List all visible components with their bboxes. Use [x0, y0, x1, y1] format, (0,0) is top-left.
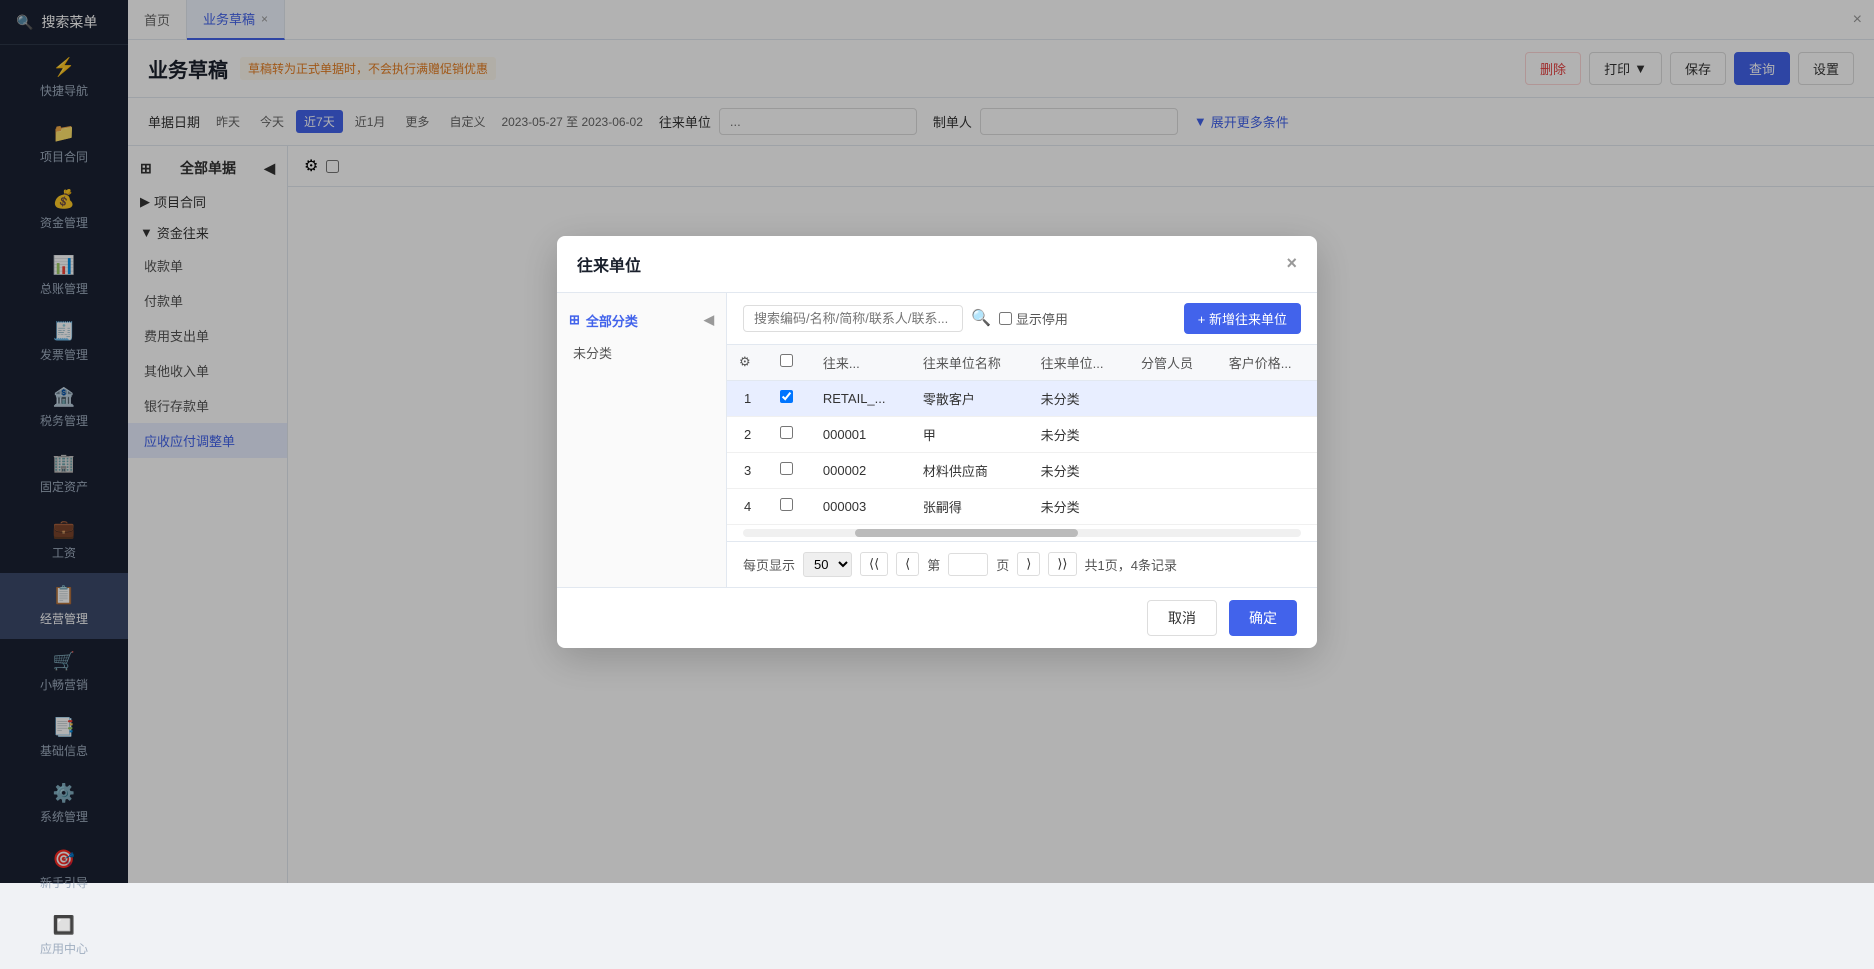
show-disabled-checkbox[interactable]	[999, 312, 1012, 325]
row-code: 000002	[811, 452, 911, 488]
first-page-button[interactable]: ⟨⟨	[860, 552, 888, 576]
row-price	[1217, 416, 1317, 452]
row-manager	[1129, 488, 1217, 524]
row-manager	[1129, 416, 1217, 452]
row-category: 未分类	[1029, 380, 1129, 416]
row-num: 1	[727, 380, 768, 416]
cat-header-label: 全部分类	[586, 311, 638, 330]
col-code[interactable]: 往来...	[811, 345, 911, 381]
table-row[interactable]: 4 000003 张嗣得 未分类	[727, 488, 1317, 524]
row-price	[1217, 380, 1317, 416]
dialog-search-input[interactable]	[743, 305, 963, 332]
col-settings: ⚙	[727, 345, 768, 381]
row-manager	[1129, 380, 1217, 416]
row-price	[1217, 488, 1317, 524]
row-code: RETAIL_...	[811, 380, 911, 416]
categories-header[interactable]: ⊞ 全部分类 ◀	[557, 305, 726, 336]
next-page-button[interactable]: ⟩	[1017, 552, 1040, 576]
appstore-icon: 🔲	[53, 915, 75, 936]
col-name[interactable]: 往来单位名称	[911, 345, 1029, 381]
col-category[interactable]: 往来单位...	[1029, 345, 1129, 381]
dialog-toolbar: 🔍 显示停用 + 新增往来单位	[727, 293, 1317, 345]
col-checkbox	[768, 345, 811, 381]
select-all-dialog[interactable]	[780, 354, 793, 367]
row-checkbox[interactable]	[768, 488, 811, 524]
dialog-body: ⊞ 全部分类 ◀ 未分类 🔍 显示停用 + 新增往来单位	[557, 293, 1317, 587]
prev-page-button[interactable]: ⟨	[896, 552, 919, 576]
row-name: 张嗣得	[911, 488, 1029, 524]
dialog-title: 往来单位	[577, 252, 641, 276]
row-price	[1217, 452, 1317, 488]
table-header: ⚙ 往来... 往来单位名称 往来单位... 分管人员 客户价格...	[727, 345, 1317, 381]
row-name: 零散客户	[911, 380, 1029, 416]
categories-panel: ⊞ 全部分类 ◀ 未分类	[557, 293, 727, 587]
grid-icon: ⊞	[569, 312, 580, 328]
cat-collapse-icon[interactable]: ◀	[704, 312, 714, 328]
dialog-close-button[interactable]: ×	[1286, 253, 1297, 274]
page-label: 第	[927, 555, 940, 574]
per-page-label: 每页显示	[743, 555, 795, 574]
row-num: 2	[727, 416, 768, 452]
row-code: 000001	[811, 416, 911, 452]
table-row[interactable]: 1 RETAIL_... 零散客户 未分类	[727, 380, 1317, 416]
new-counterparty-button[interactable]: + 新增往来单位	[1184, 303, 1301, 334]
col-manager[interactable]: 分管人员	[1129, 345, 1217, 381]
confirm-button[interactable]: 确定	[1229, 600, 1297, 636]
dialog-table-area: 🔍 显示停用 + 新增往来单位 ⚙ 往来...	[727, 293, 1317, 587]
row-checkbox[interactable]	[768, 452, 811, 488]
sidebar-item-appstore[interactable]: 🔲 应用中心	[0, 903, 128, 969]
show-disabled-label: 显示停用	[999, 309, 1068, 328]
col-price[interactable]: 客户价格...	[1217, 345, 1317, 381]
dialog-pagination: 每页显示 50 ⟨⟨ ⟨ 第 1 页 ⟩ ⟩⟩ 共1页，4条记录	[727, 541, 1317, 587]
dialog-actions: 取消 确定	[557, 587, 1317, 648]
cat-item-unclassified[interactable]: 未分类	[557, 336, 726, 369]
total-records: 共1页，4条记录	[1085, 555, 1177, 574]
row-num: 4	[727, 488, 768, 524]
cancel-button[interactable]: 取消	[1147, 600, 1217, 636]
row-num: 3	[727, 452, 768, 488]
current-page-input[interactable]: 1	[948, 553, 988, 576]
dialog-header: 往来单位 ×	[557, 236, 1317, 293]
table-body: 1 RETAIL_... 零散客户 未分类 2	[727, 380, 1317, 524]
row-category: 未分类	[1029, 452, 1129, 488]
row-name: 甲	[911, 416, 1029, 452]
table-row[interactable]: 2 000001 甲 未分类	[727, 416, 1317, 452]
row-code: 000003	[811, 488, 911, 524]
row-checkbox[interactable]	[768, 380, 811, 416]
search-icon[interactable]: 🔍	[971, 308, 991, 328]
row-name: 材料供应商	[911, 452, 1029, 488]
row-category: 未分类	[1029, 488, 1129, 524]
per-page-select[interactable]: 50	[803, 552, 852, 577]
table-row[interactable]: 3 000002 材料供应商 未分类	[727, 452, 1317, 488]
row-manager	[1129, 452, 1217, 488]
counterparty-dialog: 往来单位 × ⊞ 全部分类 ◀ 未分类 🔍	[557, 236, 1317, 648]
sidebar-item-label: 应用中心	[40, 940, 88, 957]
row-category: 未分类	[1029, 416, 1129, 452]
modal-overlay[interactable]: 往来单位 × ⊞ 全部分类 ◀ 未分类 🔍	[0, 0, 1874, 883]
dialog-table: ⚙ 往来... 往来单位名称 往来单位... 分管人员 客户价格...	[727, 345, 1317, 525]
row-checkbox[interactable]	[768, 416, 811, 452]
page-suffix: 页	[996, 555, 1009, 574]
last-page-button[interactable]: ⟩⟩	[1048, 552, 1076, 576]
